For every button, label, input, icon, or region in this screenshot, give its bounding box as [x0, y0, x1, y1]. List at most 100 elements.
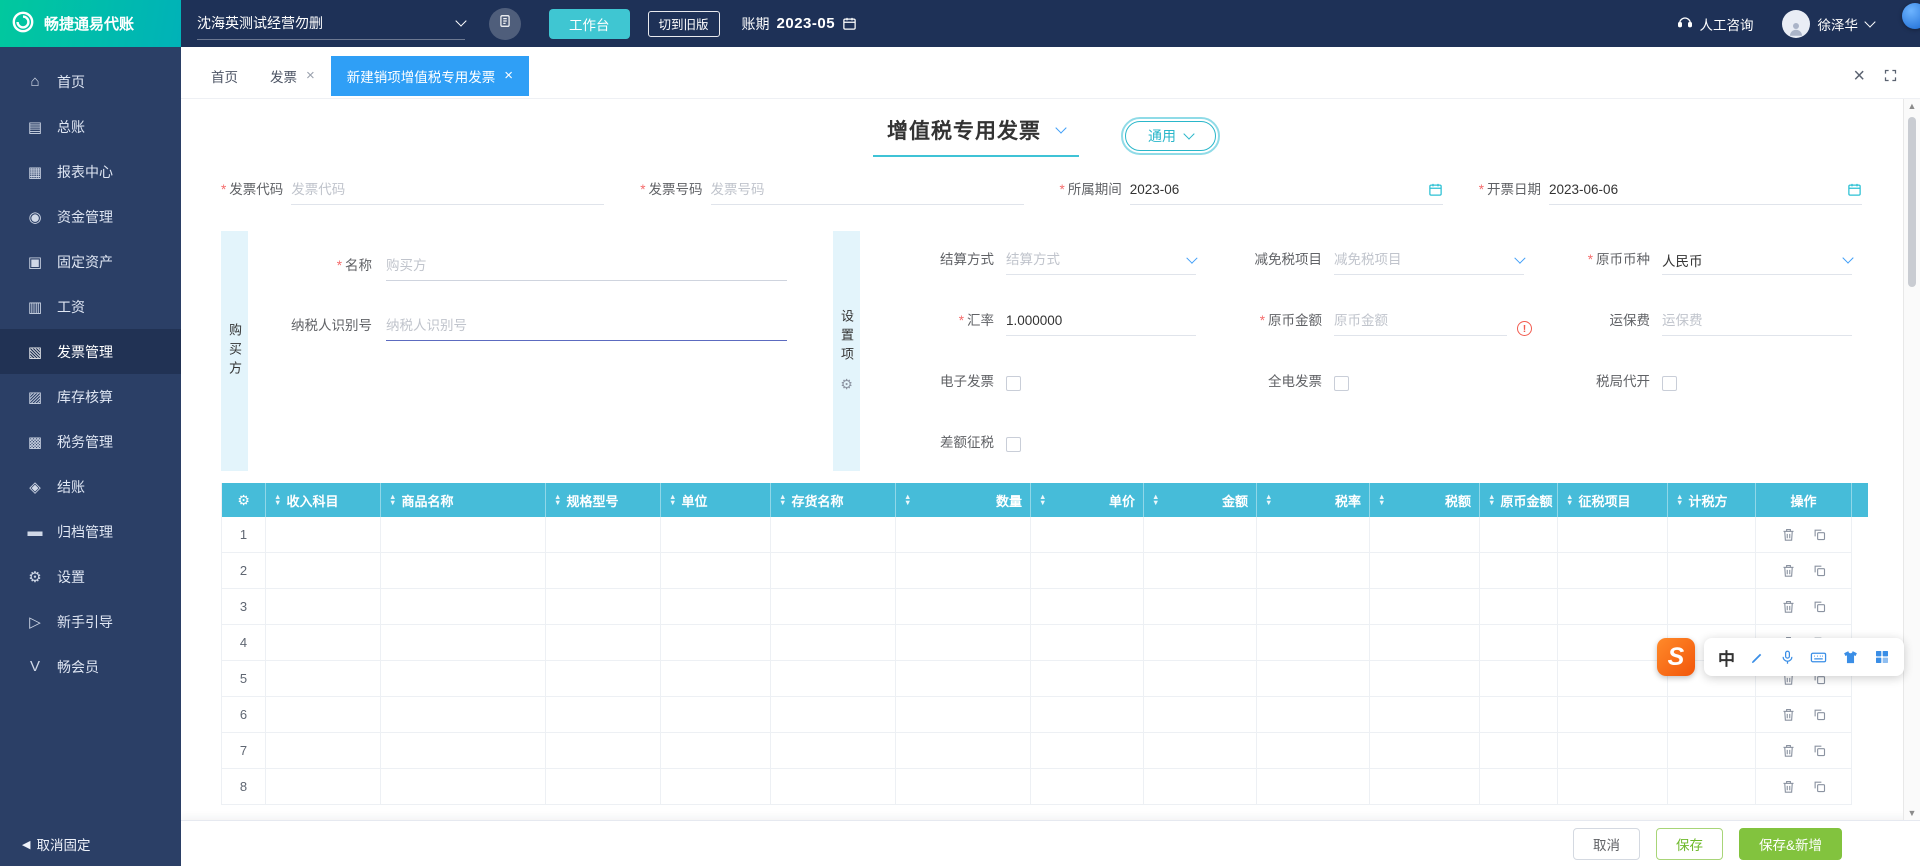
column-header-3[interactable]: ▲ ▼ 单位: [661, 483, 771, 517]
microphone-icon[interactable]: [1780, 650, 1795, 665]
tax-relief-select[interactable]: [1334, 245, 1526, 275]
column-header-8[interactable]: ▲ ▼ 税率: [1257, 483, 1370, 517]
table-cell[interactable]: [1257, 661, 1370, 697]
sort-icon[interactable]: ▲ ▼: [554, 493, 561, 507]
toolbox-grid-icon[interactable]: [1874, 649, 1890, 665]
table-cell[interactable]: [1370, 625, 1480, 661]
table-cell[interactable]: [266, 733, 381, 769]
table-cell[interactable]: [1558, 625, 1668, 661]
table-cell[interactable]: [1370, 697, 1480, 733]
sort-icon[interactable]: ▲ ▼: [1039, 493, 1046, 507]
delete-row-icon[interactable]: [1781, 563, 1796, 578]
table-cell[interactable]: [661, 661, 771, 697]
table-cell[interactable]: [266, 769, 381, 805]
copy-row-icon[interactable]: [1812, 527, 1827, 542]
sort-icon[interactable]: ▲ ▼: [389, 493, 396, 507]
workbench-button[interactable]: 工作台: [549, 8, 630, 39]
sidebar-item-5[interactable]: ▥ 工资: [0, 284, 181, 329]
table-cell[interactable]: [1257, 697, 1370, 733]
table-cell[interactable]: [1370, 589, 1480, 625]
table-cell[interactable]: [546, 769, 661, 805]
table-cell[interactable]: [771, 553, 896, 589]
tab-close-icon[interactable]: ×: [306, 68, 315, 83]
table-cell[interactable]: [1370, 517, 1480, 553]
table-cell[interactable]: [266, 697, 381, 733]
sidebar-item-8[interactable]: ▩ 税务管理: [0, 419, 181, 464]
sidebar-item-11[interactable]: ⚙ 设置: [0, 554, 181, 599]
table-cell[interactable]: [896, 661, 1031, 697]
table-cell[interactable]: [381, 625, 546, 661]
column-header-11[interactable]: ▲ ▼ 征税项目: [1558, 483, 1668, 517]
column-header-13[interactable]: 操作: [1756, 483, 1852, 517]
table-cell[interactable]: [661, 697, 771, 733]
table-cell[interactable]: [661, 517, 771, 553]
general-type-button[interactable]: 通用: [1121, 117, 1220, 155]
column-header-0[interactable]: ▲ ▼ 收入科目: [266, 483, 381, 517]
sort-icon[interactable]: ▲ ▼: [1676, 493, 1683, 507]
vertical-scrollbar[interactable]: ▲ ▼: [1903, 99, 1920, 820]
sidebar-item-0[interactable]: ⌂ 首页: [0, 59, 181, 104]
copy-row-icon[interactable]: [1812, 743, 1827, 758]
company-selector[interactable]: 沈海英测试经营勿删: [197, 8, 467, 40]
table-cell[interactable]: [896, 517, 1031, 553]
sidebar-item-12[interactable]: ▷ 新手引导: [0, 599, 181, 644]
table-cell[interactable]: [546, 625, 661, 661]
column-header-12[interactable]: ▲ ▼ 计税方: [1668, 483, 1756, 517]
column-header-6[interactable]: ▲ ▼ 单价: [1031, 483, 1144, 517]
table-cell[interactable]: [1370, 553, 1480, 589]
table-cell[interactable]: [1257, 589, 1370, 625]
table-cell[interactable]: [1668, 697, 1756, 733]
table-cell[interactable]: [546, 733, 661, 769]
table-cell[interactable]: [896, 769, 1031, 805]
delete-row-icon[interactable]: [1781, 707, 1796, 722]
original-amount-input[interactable]: [1334, 313, 1507, 328]
column-header-2[interactable]: ▲ ▼ 规格型号: [546, 483, 661, 517]
table-cell[interactable]: [1668, 733, 1756, 769]
table-cell[interactable]: [1480, 589, 1558, 625]
table-cell[interactable]: [1257, 517, 1370, 553]
table-cell[interactable]: [546, 697, 661, 733]
table-cell[interactable]: [771, 625, 896, 661]
table-cell[interactable]: [1558, 661, 1668, 697]
column-header-1[interactable]: ▲ ▼ 商品名称: [381, 483, 546, 517]
table-cell[interactable]: [1558, 553, 1668, 589]
sidebar-item-10[interactable]: ▬ 归档管理: [0, 509, 181, 554]
table-cell[interactable]: [1558, 733, 1668, 769]
pen-icon[interactable]: [1750, 650, 1765, 665]
settlement-select[interactable]: [1006, 245, 1198, 275]
table-cell[interactable]: [1480, 769, 1558, 805]
table-cell[interactable]: [896, 625, 1031, 661]
table-cell[interactable]: [546, 517, 661, 553]
table-cell[interactable]: [1558, 697, 1668, 733]
table-cell[interactable]: [771, 517, 896, 553]
buyer-taxid-input[interactable]: [386, 318, 787, 333]
currency-select[interactable]: 人民币: [1662, 245, 1854, 275]
table-cell[interactable]: [771, 589, 896, 625]
invoice-number-input[interactable]: [710, 182, 1024, 197]
report-circle-button[interactable]: [489, 7, 521, 40]
sidebar-item-13[interactable]: V 畅会员: [0, 644, 181, 689]
delete-row-icon[interactable]: [1781, 779, 1796, 794]
table-cell[interactable]: [661, 625, 771, 661]
sidebar-item-4[interactable]: ▣ 固定资产: [0, 239, 181, 284]
table-cell[interactable]: [546, 661, 661, 697]
delete-row-icon[interactable]: [1781, 527, 1796, 542]
table-cell[interactable]: [661, 553, 771, 589]
table-cell[interactable]: [1480, 733, 1558, 769]
table-cell[interactable]: [1370, 769, 1480, 805]
table-cell[interactable]: [1144, 553, 1257, 589]
freight-input[interactable]: [1662, 313, 1852, 328]
sidebar-item-1[interactable]: ▤ 总账: [0, 104, 181, 149]
table-cell[interactable]: [546, 589, 661, 625]
table-cell[interactable]: [1144, 697, 1257, 733]
skin-icon[interactable]: [1842, 649, 1859, 666]
table-cell[interactable]: [266, 625, 381, 661]
table-cell[interactable]: [1558, 517, 1668, 553]
table-cell[interactable]: [1480, 517, 1558, 553]
electronic-invoice-checkbox[interactable]: [1006, 376, 1021, 391]
table-cell[interactable]: [381, 517, 546, 553]
table-cell[interactable]: [1257, 625, 1370, 661]
table-cell[interactable]: [381, 661, 546, 697]
column-header-4[interactable]: ▲ ▼ 存货名称: [771, 483, 896, 517]
table-cell[interactable]: [1257, 769, 1370, 805]
